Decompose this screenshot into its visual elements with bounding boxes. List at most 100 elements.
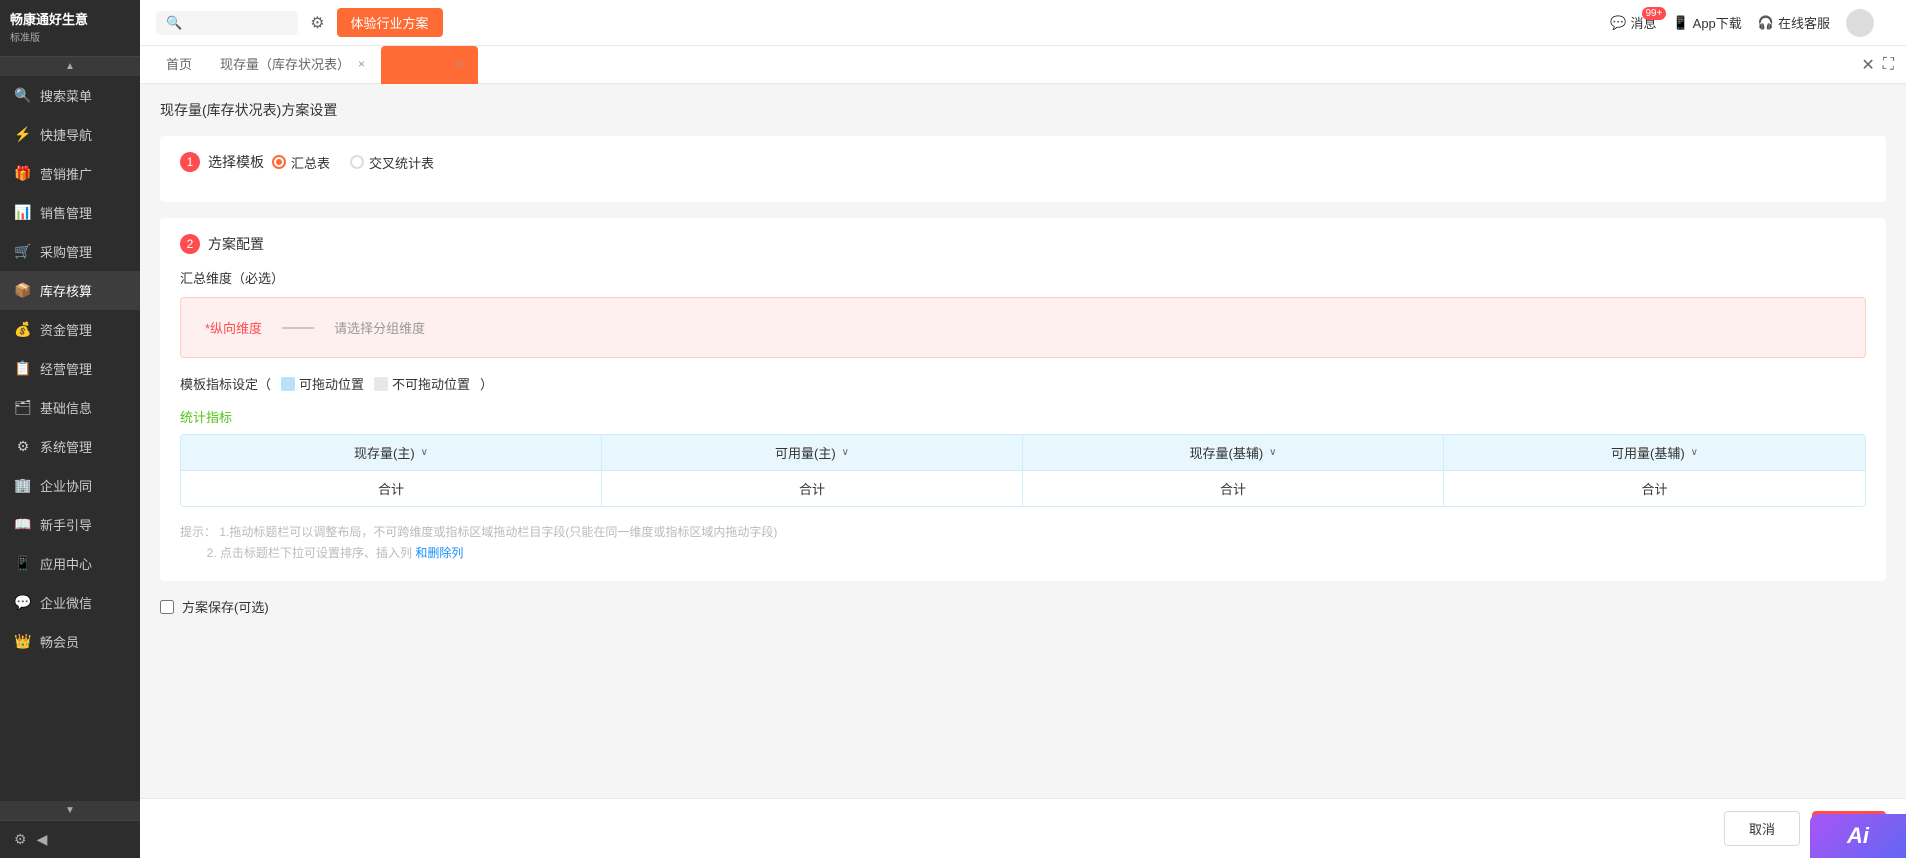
stats-header-chevron-3[interactable]: ∨ [1691, 447, 1698, 458]
step2-section: 2 方案配置 汇总维度（必选） *纵向维度 —— 请选择分组维度 模板指标设定（… [160, 218, 1886, 581]
sidebar-item-system[interactable]: ⚙ 系统管理 [0, 427, 140, 466]
enterprise-icon: 🏢 [14, 476, 32, 494]
save-label: 方案保存(可选) [182, 597, 269, 616]
step1-section: 1 选择模板 汇总表 交叉统计表 [160, 136, 1886, 202]
sidebar-label-enterprise: 企业协同 [40, 476, 92, 495]
radio-cross[interactable]: 交叉统计表 [350, 153, 434, 172]
stats-header-2[interactable]: 现存量(基辅)∨ [1023, 435, 1444, 470]
template-radio-group: 汇总表 交叉统计表 [272, 153, 434, 172]
search-box[interactable]: 🔍 [156, 11, 298, 35]
sidebar-label-member: 畅会员 [40, 632, 79, 651]
sidebar-item-finance[interactable]: 💰 资金管理 [0, 310, 140, 349]
tab-label-inventory-status: 现存量（库存状况表） [220, 54, 350, 73]
main-area: 🔍 ⚙ 体验行业方案 💬 消息 99+ 📱 App下载 🎧 在线客服 首页现存量… [140, 0, 1906, 858]
draggable-label: 可拖动位置 [299, 374, 364, 393]
message-btn[interactable]: 💬 消息 99+ [1610, 13, 1656, 32]
sidebar-item-sales[interactable]: 📊 销售管理 [0, 193, 140, 232]
search-icon: 🔍 [166, 15, 182, 31]
sidebar-item-search-menu[interactable]: 🔍 搜索菜单 [0, 76, 140, 115]
stats-header-chevron-1[interactable]: ∨ [842, 447, 849, 458]
ai-watermark: Ai [1810, 814, 1906, 858]
app-name: 畅康通好生意 [10, 12, 130, 29]
base-info-icon: 🗂 [14, 398, 32, 416]
radio-circle-summary [272, 155, 286, 169]
tab-close-inventory-status[interactable]: × [356, 57, 367, 71]
tab-close-new-plan[interactable]: × [453, 57, 464, 71]
step1-header: 1 选择模板 汇总表 交叉统计表 [180, 152, 1866, 172]
sidebar-item-quick-nav[interactable]: ⚡ 快捷导航 [0, 115, 140, 154]
radio-circle-cross [350, 155, 364, 169]
close-win-icon[interactable]: ✕ [1861, 55, 1874, 75]
step1-number: 1 [180, 152, 200, 172]
settings-icon[interactable]: ⚙ [14, 831, 27, 848]
headset-icon: 🎧 [1758, 15, 1774, 31]
system-icon: ⚙ [14, 437, 32, 455]
sidebar-nav: 🔍 搜索菜单 ⚡ 快捷导航 🎁 营销推广 📊 销售管理 🛒 采购管理 📦 库存核… [0, 76, 140, 801]
collapse-icon[interactable]: ◀ [37, 831, 48, 848]
save-row: 方案保存(可选) [160, 597, 1886, 616]
stats-cell-0-2: 合计 [1023, 470, 1444, 506]
tip1: 提示： 1.拖动标题栏可以调整布局，不可跨维度或指标区域拖动栏目字段(只能在同一… [180, 523, 1866, 540]
sidebar-footer: ⚙ ◀ [0, 820, 140, 858]
tab-home[interactable]: 首页 [152, 46, 206, 84]
cancel-button[interactable]: 取消 [1724, 811, 1800, 846]
sidebar-item-purchase[interactable]: 🛒 采购管理 [0, 232, 140, 271]
sidebar-label-base-info: 基础信息 [40, 398, 92, 417]
sidebar-item-wechat[interactable]: 💬 企业微信 [0, 583, 140, 622]
stats-header-3[interactable]: 可用量(基辅) ∨ [1444, 435, 1865, 470]
non-draggable-indicator: 不可拖动位置 [374, 374, 470, 393]
message-badge: 99+ [1642, 7, 1667, 20]
inventory-icon: 📦 [14, 281, 32, 299]
sidebar-item-app-center[interactable]: 📱 应用中心 [0, 544, 140, 583]
stats-header-1[interactable]: 可用量(主) ∨ [602, 435, 1023, 470]
sidebar-item-newbie[interactable]: 📖 新手引导 [0, 505, 140, 544]
radio-summary[interactable]: 汇总表 [272, 153, 330, 172]
operation-icon: 📋 [14, 359, 32, 377]
sidebar-item-marketing[interactable]: 🎁 营销推广 [0, 154, 140, 193]
maximize-win-icon[interactable]: ⛶ [1883, 56, 1894, 74]
service-btn[interactable]: 🎧 在线客服 [1758, 13, 1830, 32]
sidebar-item-base-info[interactable]: 🗂 基础信息 [0, 388, 140, 427]
stats-header-chevron-0[interactable]: ∨ [421, 447, 428, 458]
sidebar-item-inventory[interactable]: 📦 库存核算 [0, 271, 140, 310]
phone-icon: 📱 [1672, 15, 1688, 31]
template-close: ） [480, 374, 493, 393]
radio-label-cross: 交叉统计表 [369, 153, 434, 172]
tab-inventory-status[interactable]: 现存量（库存状况表） × [206, 46, 381, 84]
stats-header-chevron-2[interactable]: ∨ [1269, 447, 1276, 458]
tab-bar: 首页现存量（库存状况表）×新建方案× ✕ ⛶ [140, 46, 1906, 84]
stats-header-label-3: 可用量(基辅) [1611, 443, 1685, 462]
dimension-placeholder: 请选择分组维度 [334, 318, 425, 337]
summary-label: 汇总维度（必选） [180, 268, 1866, 287]
message-icon: 💬 [1610, 15, 1626, 31]
app-logo: 畅康通好生意 标准版 [0, 0, 140, 57]
topbar-right: 💬 消息 99+ 📱 App下载 🎧 在线客服 [1610, 9, 1890, 37]
stats-header-label-1: 可用量(主) [775, 443, 836, 462]
marketing-icon: 🎁 [14, 164, 32, 182]
avatar[interactable] [1846, 9, 1874, 37]
search-input[interactable] [188, 16, 288, 30]
app-download-btn[interactable]: 📱 App下载 [1672, 13, 1741, 32]
stats-header-0[interactable]: 现存量(主)∨ [181, 435, 602, 470]
stats-cell-0-3: 合计 [1444, 470, 1865, 506]
sidebar-label-purchase: 采购管理 [40, 242, 92, 261]
save-checkbox[interactable] [160, 600, 174, 614]
sidebar-scroll-down[interactable]: ▼ [0, 801, 140, 820]
non-draggable-box [374, 377, 388, 391]
industry-btn[interactable]: 体验行业方案 [337, 8, 443, 37]
tab-label-home: 首页 [166, 54, 192, 73]
wechat-icon: 💬 [14, 593, 32, 611]
radio-label-summary: 汇总表 [291, 153, 330, 172]
tab-new-plan[interactable]: 新建方案× [381, 46, 478, 84]
gear-icon[interactable]: ⚙ [310, 13, 324, 33]
sidebar-label-newbie: 新手引导 [40, 515, 92, 534]
tips-section: 提示： 1.拖动标题栏可以调整布局，不可跨维度或指标区域拖动栏目字段(只能在同一… [180, 523, 1866, 561]
sidebar-item-enterprise[interactable]: 🏢 企业协同 [0, 466, 140, 505]
stats-title: 统计指标 [180, 407, 1866, 426]
sidebar-item-operation[interactable]: 📋 经营管理 [0, 349, 140, 388]
sidebar-scroll-up[interactable]: ▲ [0, 57, 140, 76]
dimension-box[interactable]: *纵向维度 —— 请选择分组维度 [180, 297, 1866, 358]
non-draggable-label: 不可拖动位置 [392, 374, 470, 393]
topbar: 🔍 ⚙ 体验行业方案 💬 消息 99+ 📱 App下载 🎧 在线客服 [140, 0, 1906, 46]
sidebar-item-member[interactable]: 👑 畅会员 [0, 622, 140, 661]
